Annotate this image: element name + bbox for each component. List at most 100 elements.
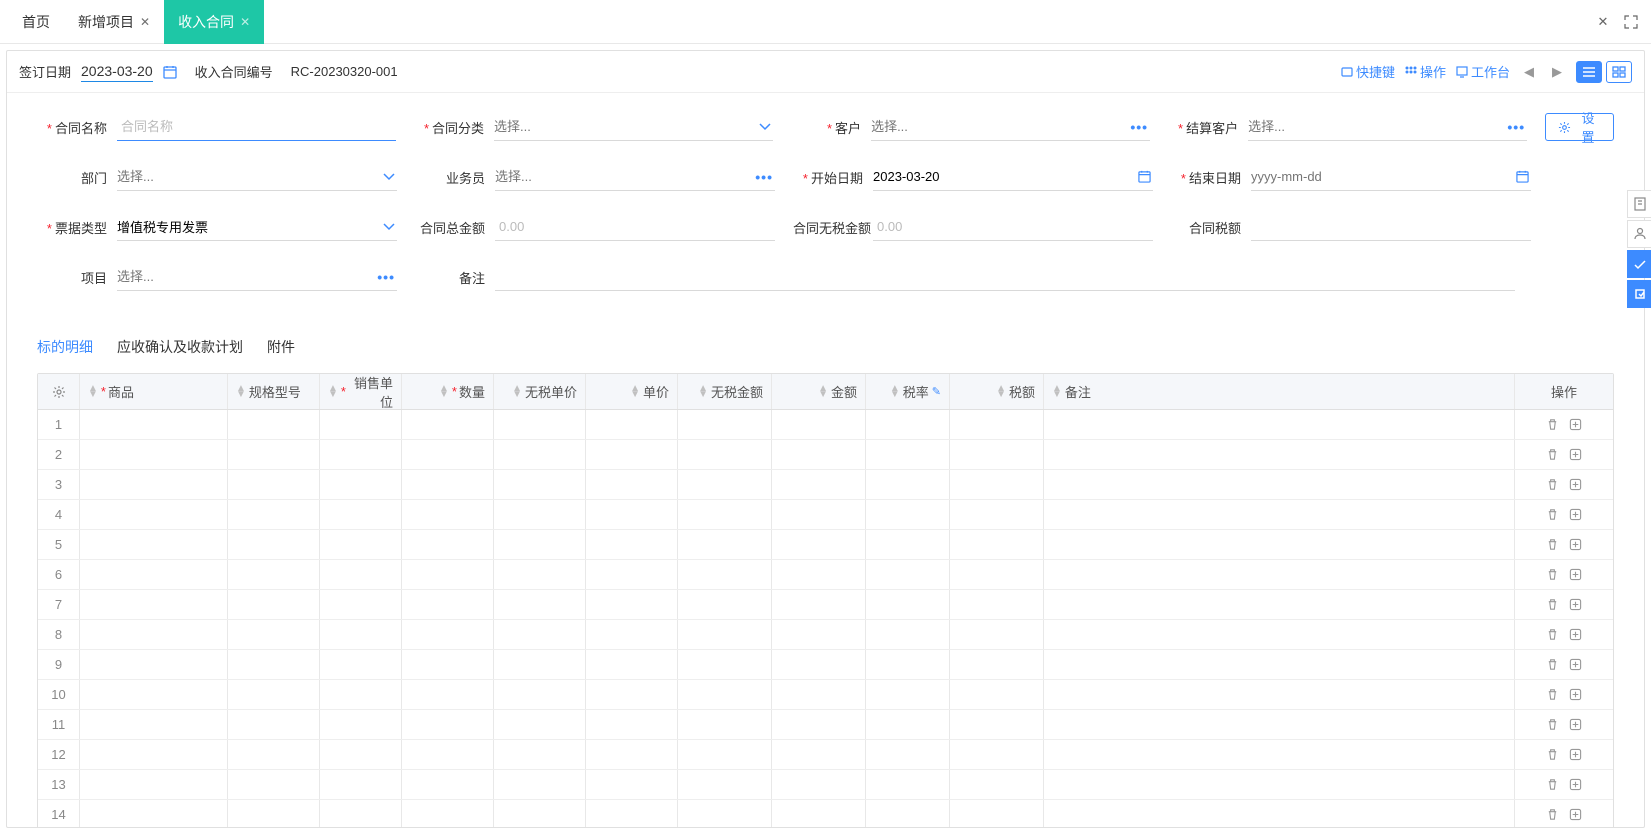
cell-tax[interactable] [950,590,1044,619]
cell-qty[interactable] [402,800,494,827]
ticket-type-select[interactable] [117,213,397,241]
cell-remark[interactable] [1044,470,1515,499]
cell-amt-nt[interactable] [678,710,772,739]
add-icon[interactable] [1569,778,1582,791]
more-icon[interactable]: ••• [755,169,773,185]
sign-date-value[interactable]: 2023-03-20 [81,61,153,82]
side-icon-1[interactable] [1627,190,1651,218]
gear-column[interactable] [38,374,80,409]
start-date-input[interactable] [873,169,1153,184]
cell-qty[interactable] [402,500,494,529]
cell-price[interactable] [586,530,678,559]
cell-amt-nt[interactable] [678,650,772,679]
close-icon[interactable]: ✕ [140,15,150,29]
settle-customer-select[interactable]: ••• [1248,113,1527,141]
table-row[interactable]: 10 [38,680,1613,710]
delete-icon[interactable] [1546,418,1559,431]
cell-product[interactable] [80,500,228,529]
cell-product[interactable] [80,800,228,827]
cell-product[interactable] [80,620,228,649]
table-row[interactable]: 9 [38,650,1613,680]
delete-icon[interactable] [1546,748,1559,761]
cell-qty[interactable] [402,560,494,589]
cell-amt-nt[interactable] [678,560,772,589]
cell-qty[interactable] [402,770,494,799]
cell-price-nt[interactable] [494,470,586,499]
cell-tax[interactable] [950,620,1044,649]
cell-rate[interactable] [866,590,950,619]
add-icon[interactable] [1569,418,1582,431]
add-icon[interactable] [1569,478,1582,491]
cell-spec[interactable] [228,500,320,529]
department-input[interactable] [117,169,397,184]
add-icon[interactable] [1569,748,1582,761]
delete-icon[interactable] [1546,448,1559,461]
cell-amt[interactable] [772,770,866,799]
cell-qty[interactable] [402,710,494,739]
side-icon-2[interactable] [1627,220,1651,248]
cell-amt[interactable] [772,560,866,589]
cell-spec[interactable] [228,560,320,589]
cell-remark[interactable] [1044,500,1515,529]
add-icon[interactable] [1569,688,1582,701]
settle-customer-input[interactable] [1248,119,1527,134]
cell-spec[interactable] [228,530,320,559]
department-select[interactable] [117,163,397,191]
table-row[interactable]: 8 [38,620,1613,650]
customer-input[interactable] [871,119,1150,134]
tab-income-contract[interactable]: 收入合同 ✕ [164,0,264,44]
cell-rate[interactable] [866,620,950,649]
cell-price[interactable] [586,470,678,499]
cell-spec[interactable] [228,620,320,649]
cell-spec[interactable] [228,710,320,739]
cell-unit[interactable] [320,800,402,827]
cell-spec[interactable] [228,800,320,827]
close-all-icon[interactable]: ✕ [1595,14,1611,30]
cell-product[interactable] [80,590,228,619]
delete-icon[interactable] [1546,538,1559,551]
cell-qty[interactable] [402,530,494,559]
table-row[interactable]: 5 [38,530,1613,560]
cell-product[interactable] [80,410,228,439]
calendar-icon[interactable] [1516,170,1529,183]
add-icon[interactable] [1569,658,1582,671]
add-icon[interactable] [1569,538,1582,551]
end-date-input[interactable] [1251,169,1531,184]
side-icon-4[interactable] [1627,280,1651,308]
col-spec[interactable]: ▲▼规格型号 [228,374,320,409]
col-price-nt[interactable]: ▲▼无税单价 [494,374,586,409]
col-unit[interactable]: ▲▼*销售单位 [320,374,402,409]
cell-amt[interactable] [772,680,866,709]
detail-tab-attachment[interactable]: 附件 [267,329,295,365]
add-icon[interactable] [1569,508,1582,521]
cell-price[interactable] [586,590,678,619]
more-icon[interactable]: ••• [377,269,395,285]
total-amount-input[interactable] [495,213,775,241]
delete-icon[interactable] [1546,628,1559,641]
cell-tax[interactable] [950,800,1044,827]
cell-rate[interactable] [866,680,950,709]
salesman-input[interactable] [495,169,775,184]
cell-price[interactable] [586,410,678,439]
cell-qty[interactable] [402,410,494,439]
cell-unit[interactable] [320,590,402,619]
table-row[interactable]: 1 [38,410,1613,440]
cell-amt[interactable] [772,500,866,529]
cell-amt[interactable] [772,440,866,469]
cell-spec[interactable] [228,650,320,679]
table-row[interactable]: 12 [38,740,1613,770]
cell-rate[interactable] [866,500,950,529]
delete-icon[interactable] [1546,478,1559,491]
next-arrow-icon[interactable]: ▶ [1548,63,1566,81]
cell-product[interactable] [80,710,228,739]
cell-unit[interactable] [320,440,402,469]
col-qty[interactable]: ▲▼*数量 [402,374,494,409]
cell-spec[interactable] [228,770,320,799]
tax-amount-input[interactable] [1251,213,1531,241]
cell-unit[interactable] [320,650,402,679]
chevron-down-icon[interactable] [759,123,771,131]
col-amt-nt[interactable]: ▲▼无税金额 [678,374,772,409]
cell-product[interactable] [80,740,228,769]
table-row[interactable]: 2 [38,440,1613,470]
detail-tab-items[interactable]: 标的明细 [37,329,93,365]
